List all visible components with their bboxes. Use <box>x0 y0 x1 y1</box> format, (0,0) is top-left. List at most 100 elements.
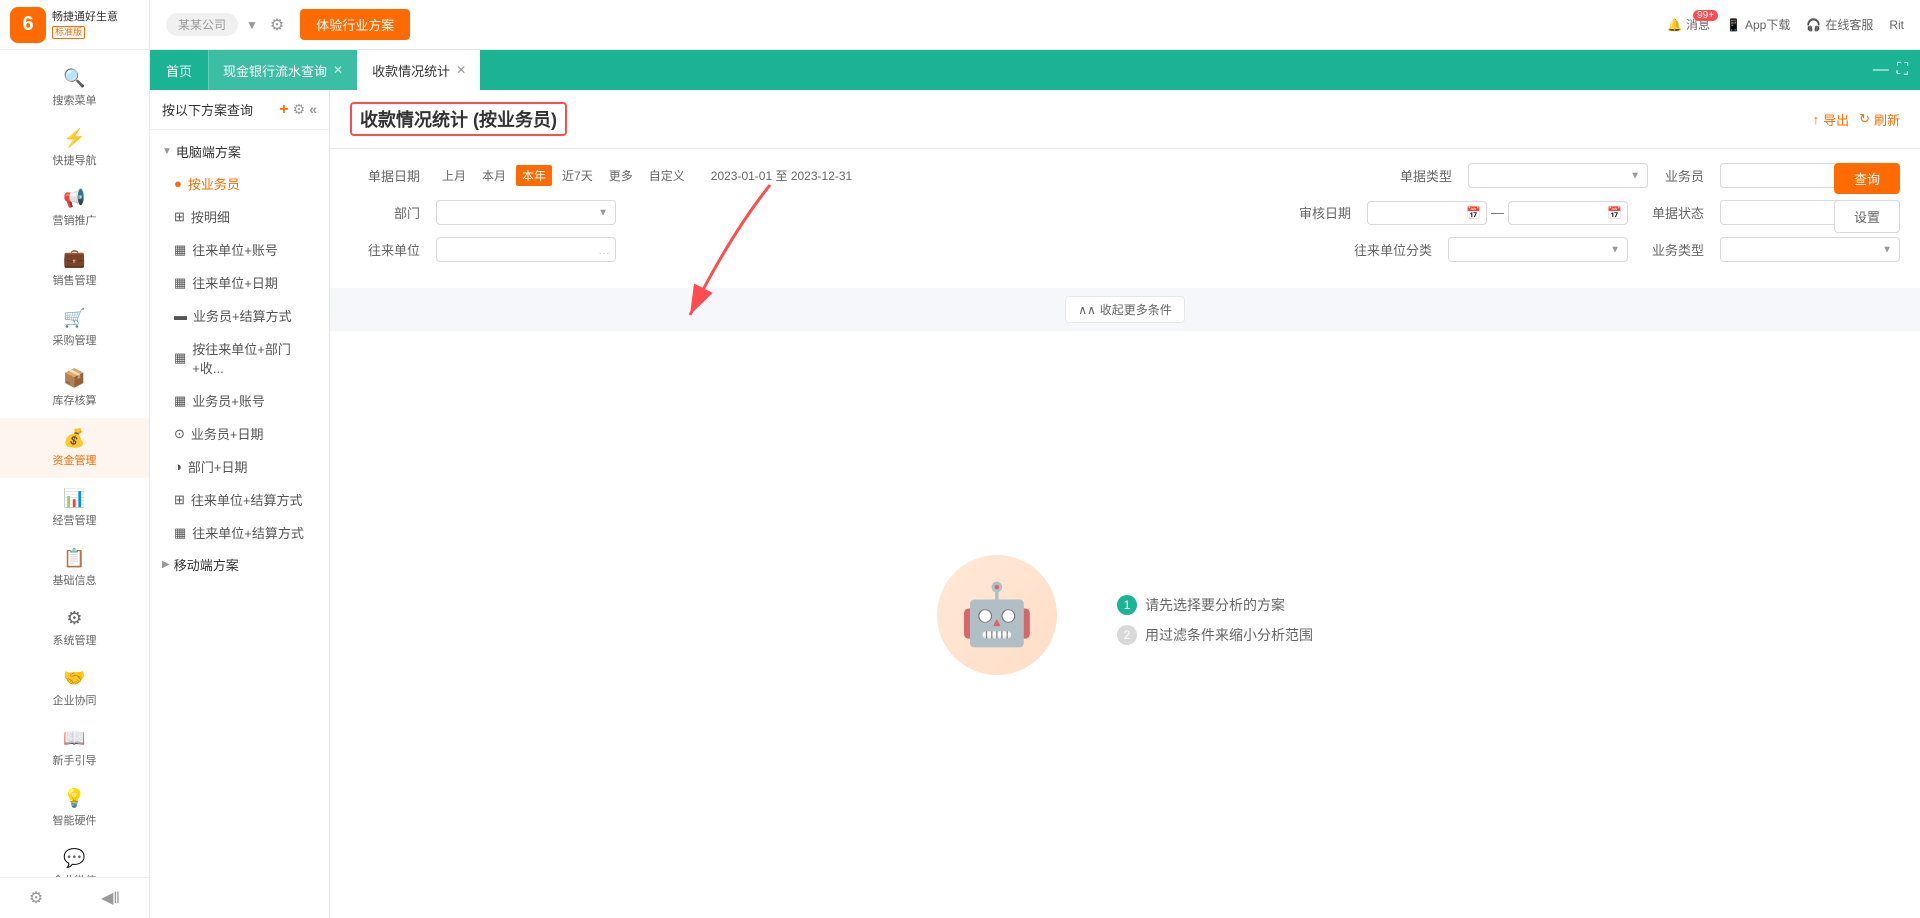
empty-step-2: 2 用过滤条件来缩小分析范围 <box>1117 625 1313 645</box>
query-btn[interactable]: 查询 <box>1834 163 1900 194</box>
tree-item-按业务员[interactable]: ●按业务员 <box>150 167 329 200</box>
message-btn[interactable]: 🔔 消息 99+ <box>1667 16 1710 33</box>
settings-bottom-icon[interactable]: ⚙ <box>29 888 43 908</box>
tree-item-往来单位+账号[interactable]: ▦往来单位+账号 <box>150 233 329 266</box>
topbar-gear-icon[interactable]: ⚙ <box>270 15 284 35</box>
topbar: 某某公司 ▼ ⚙ 体验行业方案 🔔 消息 99+ 📱 App下载 🎧 在线客服 … <box>150 0 1920 50</box>
headset-icon: 🎧 <box>1806 18 1821 32</box>
review-date-range: 📅 — 📅 <box>1367 201 1628 225</box>
trial-btn[interactable]: 体验行业方案 <box>300 9 410 40</box>
tree-item-往来单位+日期[interactable]: ▦往来单位+日期 <box>150 266 329 299</box>
left-panel: 按以下方案查询 + ⚙ « ▼电脑端方案●按业务员⊞按明细▦往来单位+账号▦往来… <box>150 90 330 918</box>
page-header: 收款情况统计 (按业务员) ↑ 导出 ↻ 刷新 <box>330 90 1920 149</box>
topbar-left: 某某公司 ▼ ⚙ 体验行业方案 <box>166 9 410 40</box>
tree-root-电脑端方案[interactable]: ▼电脑端方案 <box>150 136 329 167</box>
tab-close-receipt[interactable]: ✕ <box>456 63 466 77</box>
tabbar-controls: — ⛶ <box>1873 61 1920 79</box>
sidebar-item-经营管理[interactable]: 📊经营管理 <box>0 478 149 538</box>
date-tab-上月[interactable]: 上月 <box>436 165 472 186</box>
sidebar-item-企业协同[interactable]: 🤝企业协同 <box>0 658 149 718</box>
collapse-panel-icon[interactable]: « <box>309 101 317 119</box>
filter-row-1: 单据日期 上月本月本年近7天更多自定义 2023-01-01 至 2023-12… <box>350 163 1900 188</box>
left-panel-header: 按以下方案查询 + ⚙ « <box>150 90 329 130</box>
sidebar-item-新手引导[interactable]: 📖新手引导 <box>0 718 149 778</box>
phone-icon: 📱 <box>1726 18 1741 32</box>
tab-home[interactable]: 首页 <box>150 50 208 90</box>
counterpart-cat-select[interactable] <box>1448 237 1628 262</box>
online-service-btn[interactable]: 🎧 在线客服 <box>1806 16 1873 33</box>
settings-scheme-icon[interactable]: ⚙ <box>293 101 306 119</box>
company-breadcrumb[interactable]: 某某公司 <box>166 13 238 36</box>
tree-item-按明细[interactable]: ⊞按明细 <box>150 200 329 233</box>
tab-cashflow[interactable]: 现金银行流水查询 ✕ <box>208 50 357 90</box>
date-tab-更多[interactable]: 更多 <box>603 165 639 186</box>
voucher-type-select-wrap <box>1468 163 1648 188</box>
sidebar-item-系统管理[interactable]: ⚙系统管理 <box>0 598 149 658</box>
export-btn[interactable]: ↑ 导出 <box>1813 110 1850 129</box>
date-tab-自定义[interactable]: 自定义 <box>643 165 691 186</box>
tree-item-业务员+日期[interactable]: ⊙业务员+日期 <box>150 417 329 450</box>
filter-section: 单据日期 上月本月本年近7天更多自定义 2023-01-01 至 2023-12… <box>330 149 1920 288</box>
tab-minimize-icon[interactable]: — <box>1873 61 1889 79</box>
collapse-sidebar-icon[interactable]: ◀‖ <box>101 888 120 908</box>
sidebar: 6 畅捷通好生意 标准版 🔍搜索菜单⚡快捷导航📢营销推广💼销售管理🛒采购管理📦库… <box>0 0 150 918</box>
tab-close-cashflow[interactable]: ✕ <box>333 63 343 77</box>
filter-settings-btn[interactable]: 设置 <box>1834 200 1900 233</box>
app-name: 畅捷通好生意 标准版 <box>52 10 118 40</box>
sidebar-item-资金管理[interactable]: 💰资金管理 <box>0 418 149 478</box>
voucher-status-label: 单据状态 <box>1644 203 1704 222</box>
sidebar-item-快捷导航[interactable]: ⚡快捷导航 <box>0 118 149 178</box>
tree-item-部门+日期[interactable]: ◑部门+日期 <box>150 450 329 483</box>
sidebar-item-采购管理[interactable]: 🛒采购管理 <box>0 298 149 358</box>
counterpart-more-icon[interactable]: … <box>598 243 610 257</box>
bell-icon: 🔔 <box>1667 18 1682 32</box>
counterpart-input-wrap: … <box>436 237 616 262</box>
right-content: 收款情况统计 (按业务员) ↑ 导出 ↻ 刷新 <box>330 90 1920 918</box>
sidebar-item-库存核算[interactable]: 📦库存核算 <box>0 358 149 418</box>
date-tab-本年[interactable]: 本年 <box>516 165 552 186</box>
counterpart-label: 往来单位 <box>350 240 420 259</box>
filter-row-2: 部门 审核日期 📅 — <box>350 200 1900 225</box>
empty-state: 🤖 1 请先选择要分析的方案 2 用过滤条件来缩小分析范围 <box>330 331 1920 918</box>
page-title-box: 收款情况统计 (按业务员) <box>350 102 567 136</box>
sidebar-item-智能硬件[interactable]: 💡智能硬件 <box>0 778 149 838</box>
voucher-type-select[interactable] <box>1468 163 1648 188</box>
tree-item-往来单位+结算方式[interactable]: ▦往来单位+结算方式 <box>150 516 329 549</box>
date-label: 单据日期 <box>350 166 420 185</box>
dept-select-wrap <box>436 200 616 225</box>
tree-item-往来单位+结算方式[interactable]: ⊞往来单位+结算方式 <box>150 483 329 516</box>
company-dropdown-icon[interactable]: ▼ <box>246 18 258 32</box>
date-tab-group: 上月本月本年近7天更多自定义 <box>436 165 691 186</box>
refresh-btn[interactable]: ↻ 刷新 <box>1859 110 1900 129</box>
filter-row-3: 往来单位 … 往来单位分类 业务类型 <box>350 237 1900 262</box>
message-badge: 99+ <box>1693 10 1718 21</box>
left-panel-actions: + ⚙ « <box>279 101 317 119</box>
collapse-conditions-btn[interactable]: ∧∧ 收起更多条件 <box>1065 296 1185 323</box>
date-tab-近7天[interactable]: 近7天 <box>556 165 599 186</box>
date-tab-本月[interactable]: 本月 <box>476 165 512 186</box>
voucher-type-label: 单据类型 <box>1392 166 1452 185</box>
tree-item-按往来单位+部门+收...[interactable]: ▦按往来单位+部门+收... <box>150 332 329 384</box>
sidebar-item-搜索菜单[interactable]: 🔍搜索菜单 <box>0 58 149 118</box>
collapse-bar: ∧∧ 收起更多条件 <box>330 288 1920 331</box>
tree-root-移动端方案[interactable]: ▶移动端方案 <box>150 549 329 580</box>
app-logo: 6 畅捷通好生意 标准版 <box>0 0 149 50</box>
add-scheme-icon[interactable]: + <box>279 101 288 119</box>
topbar-right: 🔔 消息 99+ 📱 App下载 🎧 在线客服 Rit <box>1667 16 1904 33</box>
review-date-label: 审核日期 <box>1291 203 1351 222</box>
tree-item-业务员+账号[interactable]: ▦业务员+账号 <box>150 384 329 417</box>
sidebar-item-营销推广[interactable]: 📢营销推广 <box>0 178 149 238</box>
sidebar-item-销售管理[interactable]: 💼销售管理 <box>0 238 149 298</box>
counterpart-cat-label: 往来单位分类 <box>1352 240 1432 259</box>
tree-item-业务员+结算方式[interactable]: ▬业务员+结算方式 <box>150 299 329 332</box>
tab-receipt-stats[interactable]: 收款情况统计 ✕ <box>357 50 480 90</box>
app-download-btn[interactable]: 📱 App下载 <box>1726 16 1790 33</box>
user-avatar[interactable]: Rit <box>1889 18 1904 32</box>
left-panel-title: 按以下方案查询 <box>162 100 273 119</box>
sidebar-item-基础信息[interactable]: 📋基础信息 <box>0 538 149 598</box>
dept-select[interactable] <box>436 200 616 225</box>
sidebar-item-企业微信[interactable]: 💬企业微信 <box>0 838 149 877</box>
business-type-select[interactable] <box>1720 237 1900 262</box>
counterpart-input[interactable] <box>436 237 616 262</box>
tab-maximize-icon[interactable]: ⛶ <box>1897 61 1908 79</box>
